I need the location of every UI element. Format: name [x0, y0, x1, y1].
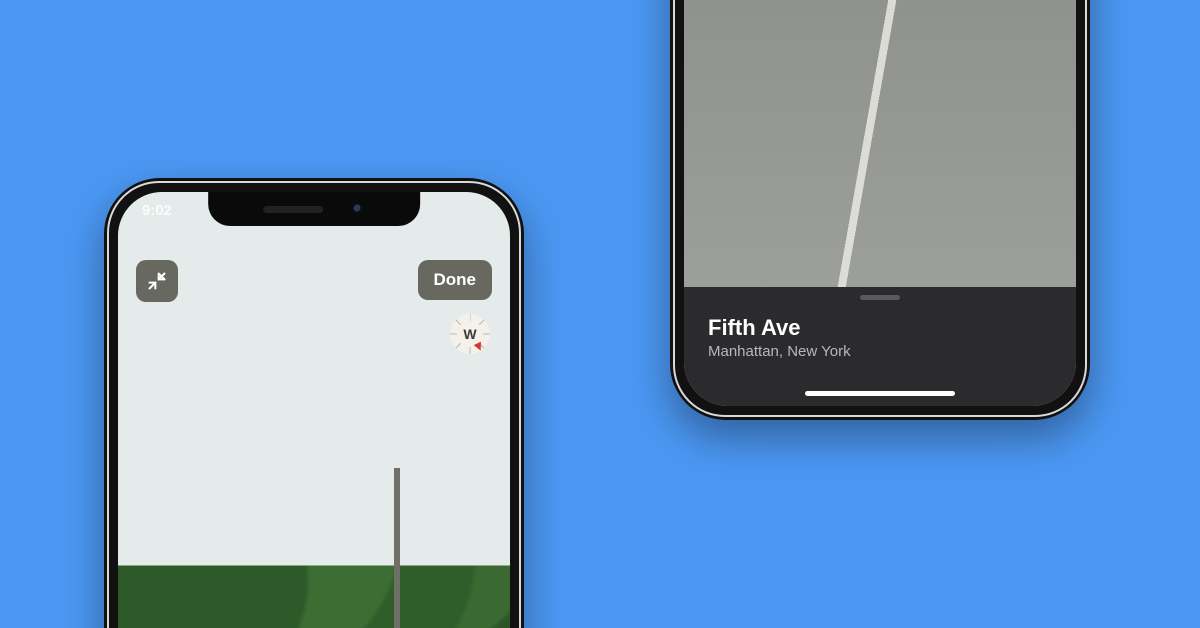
minimize-icon — [147, 271, 167, 291]
location-subtitle: Manhattan, New York — [708, 343, 1052, 360]
done-button[interactable]: Done — [418, 260, 493, 300]
phone-notch — [208, 192, 420, 226]
phone-screen-right[interactable]: th St Fifth Ave Manhattan, New York — [684, 0, 1076, 406]
status-bar-time: 9:02 — [142, 202, 172, 219]
phone-frame-right: th St Fifth Ave Manhattan, New York — [670, 0, 1090, 420]
minimize-button[interactable] — [136, 260, 178, 302]
sheet-grabber[interactable] — [860, 295, 900, 300]
front-camera — [353, 204, 364, 215]
location-sheet[interactable]: Fifth Ave Manhattan, New York — [684, 287, 1076, 406]
compass-control[interactable]: W — [450, 314, 490, 354]
speaker-grille — [263, 206, 323, 213]
look-around-scene[interactable] — [118, 192, 510, 628]
phone-frame-left: 9:02 Done W th St — [104, 178, 524, 628]
lamp-post — [394, 468, 400, 628]
phone-screen-left[interactable]: 9:02 Done W th St — [118, 192, 510, 628]
home-indicator[interactable] — [805, 391, 955, 396]
location-title: Fifth Ave — [708, 315, 1052, 341]
